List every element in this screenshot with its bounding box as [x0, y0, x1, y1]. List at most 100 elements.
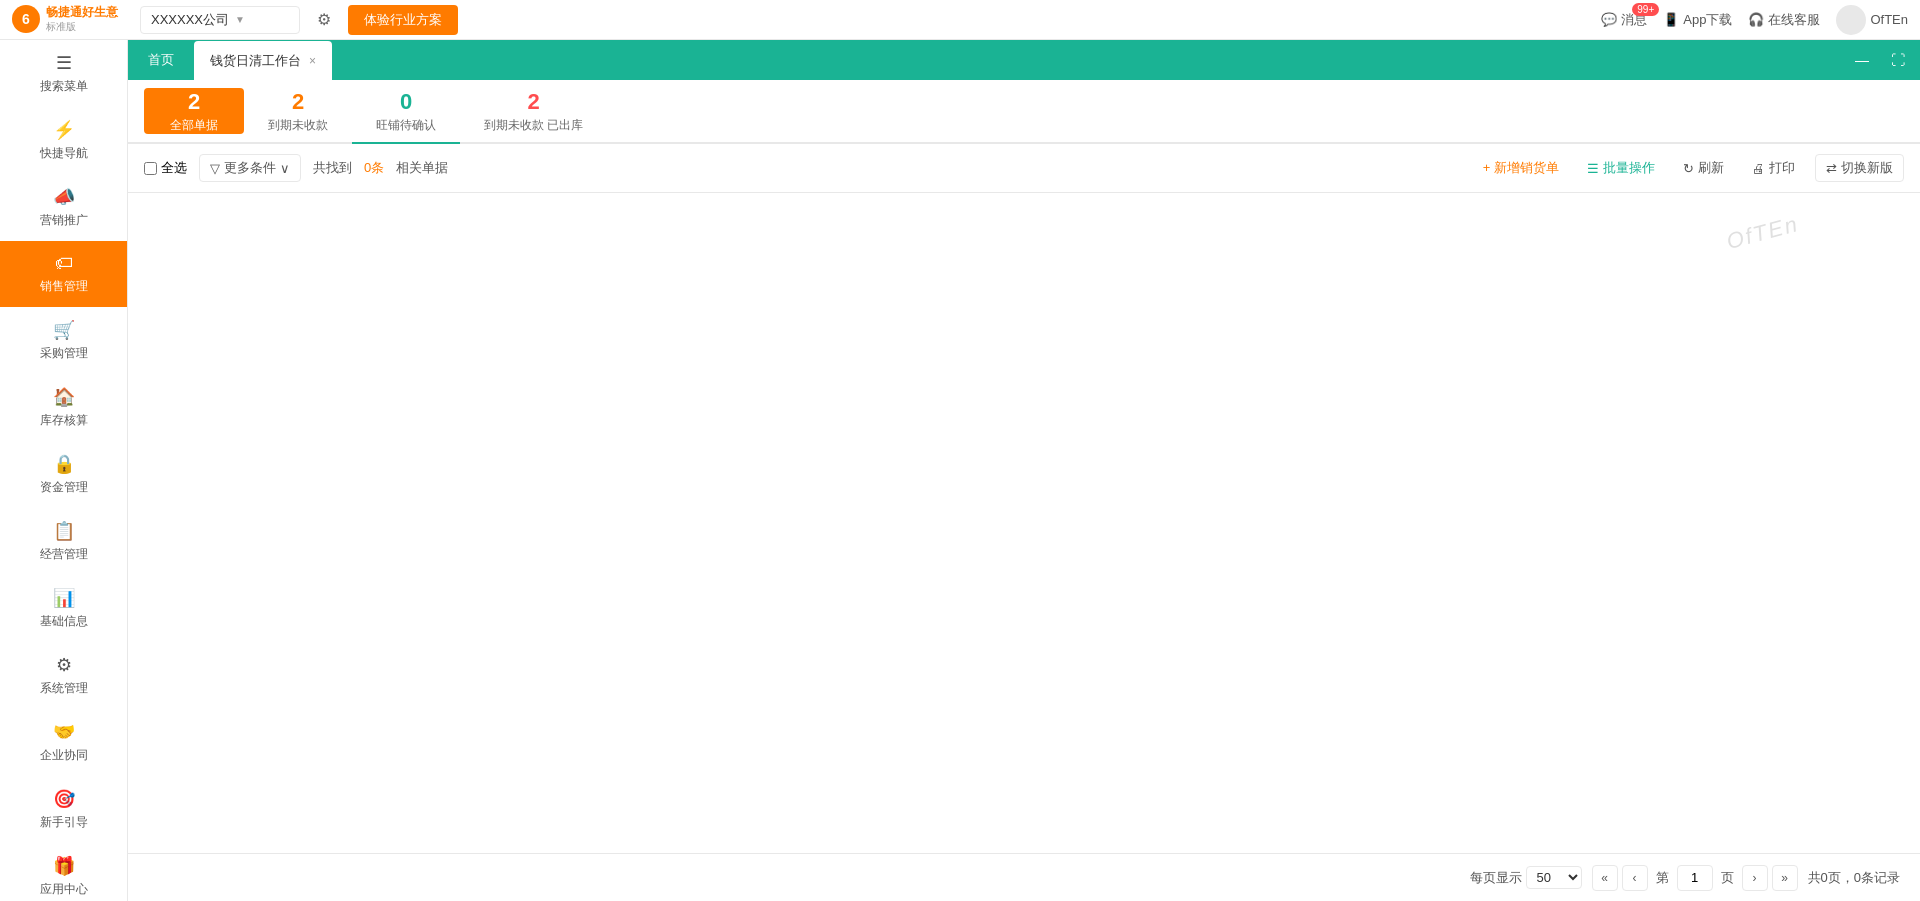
sidebar-item-system[interactable]: ⚙ 系统管理: [0, 642, 127, 709]
stats-bar: 2 全部单据 2 到期未收款 0 旺铺待确认 2 到期未收款 已出库: [128, 80, 1920, 144]
toolbar: 全选 ▽ 更多条件 ∨ 共找到 0条 相关单据 + 新增销货单 ☰ 批量操作: [128, 144, 1920, 193]
switch-label: 切换新版: [1841, 159, 1893, 177]
tab-bar-right: — ⛶: [1848, 46, 1920, 74]
main-layout: ☰ 搜索菜单 ⚡ 快捷导航 📣 营销推广 🏷 销售管理 🛒 采购管理 🏠 库存核…: [0, 40, 1920, 901]
sidebar-label-search-menu: 搜索菜单: [40, 78, 88, 95]
stat-tab-pending[interactable]: 0 旺铺待确认: [352, 80, 460, 144]
sidebar-label-cooperation: 企业协同: [40, 747, 88, 764]
sidebar-label-purchase: 采购管理: [40, 345, 88, 362]
page-size-select[interactable]: 50 100 200: [1526, 866, 1582, 889]
filter-label: 更多条件: [224, 159, 276, 177]
switch-version-button[interactable]: ⇄ 切换新版: [1815, 154, 1904, 182]
purchase-icon: 🛒: [53, 319, 75, 341]
prev-page-button[interactable]: ‹: [1622, 865, 1648, 891]
top-right-area: 💬 消息 99+ 📱 App下载 🎧 在线客服 OfTEn: [1601, 5, 1908, 35]
sidebar-label-finance: 资金管理: [40, 479, 88, 496]
cooperation-icon: 🤝: [53, 721, 75, 743]
message-icon: 💬: [1601, 12, 1617, 27]
tab-maximize-button[interactable]: ⛶: [1884, 46, 1912, 74]
sidebar-label-basic: 基础信息: [40, 613, 88, 630]
new-sale-button[interactable]: + 新增销货单: [1475, 155, 1567, 181]
sidebar-item-appstore[interactable]: 🎁 应用中心: [0, 843, 127, 901]
app-download-button[interactable]: 📱 App下载: [1663, 11, 1732, 29]
found-prefix: 共找到: [313, 159, 352, 177]
batch-label: 批量操作: [1603, 159, 1655, 177]
filter-button[interactable]: ▽ 更多条件 ∨: [199, 154, 301, 182]
first-page-button[interactable]: «: [1592, 865, 1618, 891]
sidebar-label-quick-nav: 快捷导航: [40, 145, 88, 162]
tab-active-page[interactable]: 钱货日清工作台 ×: [194, 41, 332, 81]
sales-icon: 🏷: [55, 253, 73, 274]
batch-icon: ☰: [1587, 161, 1599, 176]
sidebar-item-operation[interactable]: 📋 经营管理: [0, 508, 127, 575]
settings-button[interactable]: ⚙: [308, 4, 340, 36]
tab-home[interactable]: 首页: [128, 40, 194, 80]
page-nav: « ‹ 第 页 › »: [1592, 865, 1798, 891]
stat-overdue-label: 到期未收款: [268, 117, 328, 134]
stat-tab-overdue-out[interactable]: 2 到期未收款 已出库: [460, 80, 607, 144]
stat-all-label: 全部单据: [170, 117, 218, 134]
sidebar-label-marketing: 营销推广: [40, 212, 88, 229]
quick-nav-icon: ⚡: [53, 119, 75, 141]
sidebar-item-guide[interactable]: 🎯 新手引导: [0, 776, 127, 843]
online-service-button[interactable]: 🎧 在线客服: [1748, 11, 1820, 29]
sidebar-label-sales: 销售管理: [40, 278, 88, 295]
inventory-icon: 🏠: [53, 386, 75, 408]
sidebar-label-appstore: 应用中心: [40, 881, 88, 898]
stat-overdue-out-count: 2: [528, 89, 540, 115]
sidebar-item-purchase[interactable]: 🛒 采购管理: [0, 307, 127, 374]
pagination-bar: 每页显示 50 100 200 « ‹ 第 页 › » 共0页，0条记录: [128, 853, 1920, 901]
batch-button[interactable]: ☰ 批量操作: [1579, 155, 1663, 181]
message-button[interactable]: 💬 消息 99+: [1601, 11, 1647, 29]
logo-title: 畅捷通好生意: [46, 5, 118, 19]
tab-page-label: 钱货日清工作台: [210, 52, 301, 70]
select-all-label: 全选: [161, 159, 187, 177]
sidebar-item-sales[interactable]: 🏷 销售管理: [0, 241, 127, 307]
sidebar-label-inventory: 库存核算: [40, 412, 88, 429]
sidebar-item-cooperation[interactable]: 🤝 企业协同: [0, 709, 127, 776]
refresh-button[interactable]: ↻ 刷新: [1675, 155, 1732, 181]
print-button[interactable]: 🖨 打印: [1744, 155, 1803, 181]
stat-tab-overdue[interactable]: 2 到期未收款: [244, 80, 352, 144]
sidebar-item-marketing[interactable]: 📣 营销推广: [0, 174, 127, 241]
trial-button[interactable]: 体验行业方案: [348, 5, 458, 35]
page-suffix: 页: [1721, 869, 1734, 887]
logo-sub: 标准版: [46, 20, 118, 34]
page-number-input[interactable]: [1677, 865, 1713, 891]
finance-icon: 🔒: [53, 453, 75, 475]
avatar-name: OfTEn: [1870, 12, 1908, 27]
found-suffix: 相关单据: [396, 159, 448, 177]
stat-tab-all[interactable]: 2 全部单据: [144, 88, 244, 134]
stat-pending-label: 旺铺待确认: [376, 117, 436, 134]
top-bar: 6 畅捷通好生意 标准版 XXXXXX公司 ▼ ⚙ 体验行业方案 💬 消息 99…: [0, 0, 1920, 40]
sidebar-item-quick-nav[interactable]: ⚡ 快捷导航: [0, 107, 127, 174]
content-area: OfTEn 首页 钱货日清工作台 × — ⛶ 2 全部单据 2: [128, 40, 1920, 901]
checkbox-input[interactable]: [144, 162, 157, 175]
company-arrow-icon: ▼: [235, 14, 245, 25]
sidebar-label-operation: 经营管理: [40, 546, 88, 563]
found-count: 0条: [364, 159, 384, 177]
select-all-checkbox[interactable]: 全选: [144, 159, 187, 177]
sidebar-item-inventory[interactable]: 🏠 库存核算: [0, 374, 127, 441]
message-badge: 99+: [1632, 3, 1659, 16]
stat-all-count: 2: [188, 89, 200, 115]
sidebar-item-search-menu[interactable]: ☰ 搜索菜单: [0, 40, 127, 107]
logo-area: 6 畅捷通好生意 标准版: [12, 5, 140, 33]
tab-minimize-button[interactable]: —: [1848, 46, 1876, 74]
system-icon: ⚙: [56, 654, 72, 676]
tab-bar: 首页 钱货日清工作台 × — ⛶: [128, 40, 1920, 80]
refresh-label: 刷新: [1698, 159, 1724, 177]
last-page-button[interactable]: »: [1772, 865, 1798, 891]
guide-icon: 🎯: [53, 788, 75, 810]
company-selector[interactable]: XXXXXX公司 ▼: [140, 6, 300, 34]
sidebar-item-basic[interactable]: 📊 基础信息: [0, 575, 127, 642]
sidebar-label-system: 系统管理: [40, 680, 88, 697]
service-icon: 🎧: [1748, 12, 1764, 27]
sidebar-item-finance[interactable]: 🔒 资金管理: [0, 441, 127, 508]
page-label: 第: [1656, 869, 1669, 887]
table-area: [128, 193, 1920, 853]
tab-close-button[interactable]: ×: [309, 54, 316, 68]
user-avatar-area[interactable]: OfTEn: [1836, 5, 1908, 35]
print-label: 打印: [1769, 159, 1795, 177]
next-page-button[interactable]: ›: [1742, 865, 1768, 891]
